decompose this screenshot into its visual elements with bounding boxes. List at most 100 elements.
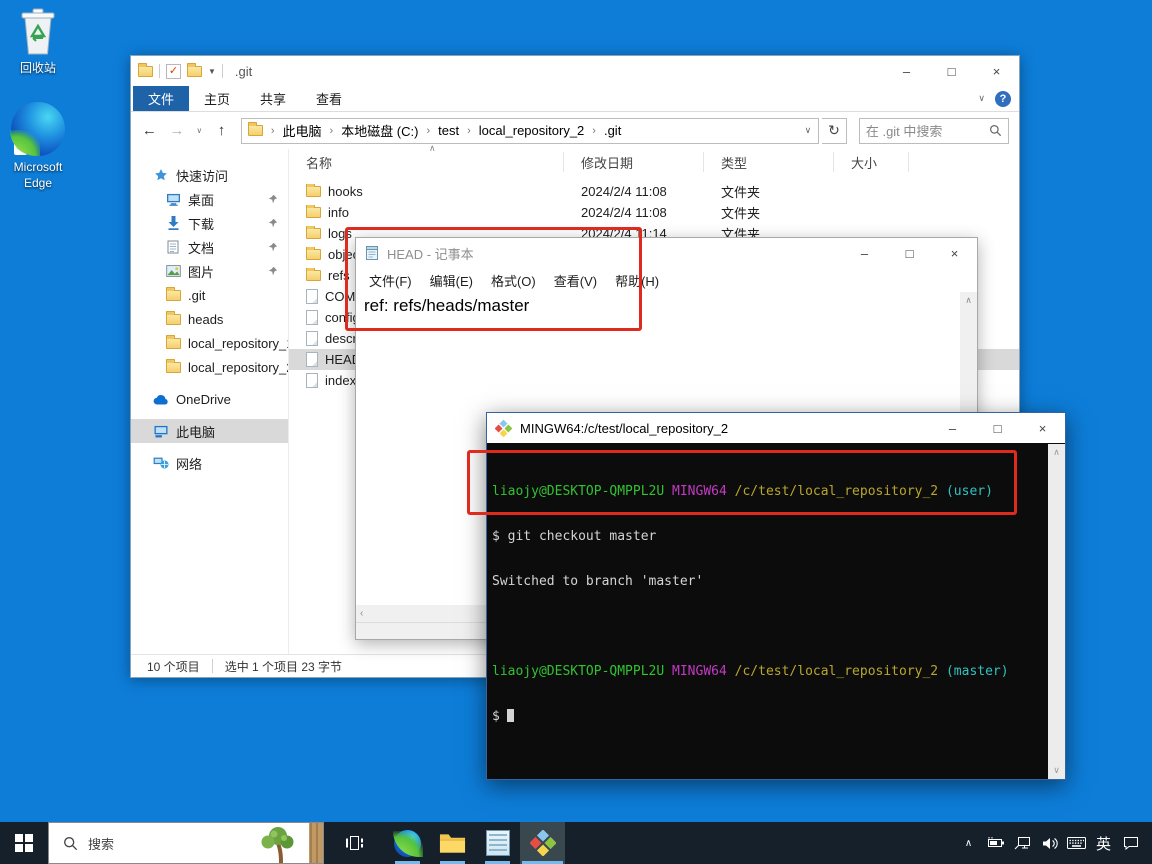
sidebar-item-local-repository-1[interactable]: local_repository_1 xyxy=(131,331,288,355)
scroll-up-icon[interactable]: ∧ xyxy=(965,295,972,305)
scroll-left-icon[interactable]: ‹ xyxy=(360,608,363,619)
prompt-line: liaojy@DESKTOP-QMPPL2U MINGW64 /c/test/l… xyxy=(492,664,1009,679)
breadcrumb-this-pc[interactable]: 此电脑 xyxy=(283,121,322,140)
tab-file[interactable]: 文件 xyxy=(133,86,190,111)
network-icon[interactable] xyxy=(1009,822,1036,864)
ime-language-indicator[interactable]: 英 xyxy=(1090,822,1117,864)
help-icon[interactable]: ? xyxy=(995,90,1011,107)
minimize-button[interactable]: – xyxy=(930,413,975,443)
minimize-button[interactable]: – xyxy=(842,238,887,268)
file-row-hooks[interactable]: hooks 2024/2/4 11:08 文件夹 xyxy=(289,181,1019,202)
sidebar-item-documents[interactable]: 文档 xyxy=(131,235,288,259)
taskbar-edge-button[interactable] xyxy=(385,822,430,864)
breadcrumb-local-disk-c[interactable]: 本地磁盘 (C:) xyxy=(341,121,418,140)
explorer-titlebar: ✓ ▼ .git – □ × xyxy=(131,56,1019,86)
menu-format[interactable]: 格式(O) xyxy=(482,271,545,290)
file-icon xyxy=(306,289,318,304)
sidebar-item-local-repository-2[interactable]: local_repository_2 xyxy=(131,355,288,379)
start-button[interactable] xyxy=(0,822,48,864)
address-bar[interactable]: › 此电脑 › 本地磁盘 (C:) › test › local_reposit… xyxy=(240,117,820,144)
terminal-output[interactable]: liaojy@DESKTOP-QMPPL2U MINGW64 /c/test/l… xyxy=(487,444,1048,779)
task-view-icon xyxy=(346,836,363,850)
menu-help[interactable]: 帮助(H) xyxy=(606,271,668,290)
close-button[interactable]: × xyxy=(1020,413,1065,443)
file-icon xyxy=(306,373,318,388)
address-dropdown-chevron-icon[interactable]: ∨ xyxy=(798,125,819,136)
breadcrumb-test[interactable]: test xyxy=(438,123,459,138)
windows-desktop: { "colors": { "desktop_background": "#0d… xyxy=(0,0,1152,864)
close-button[interactable]: × xyxy=(974,56,1019,86)
search-icon xyxy=(990,125,1002,137)
hidden-icons-chevron-icon[interactable]: ∧ xyxy=(955,822,982,864)
refresh-icon[interactable]: ↻ xyxy=(822,117,847,144)
network-icon xyxy=(153,455,169,471)
tab-home[interactable]: 主页 xyxy=(189,86,245,111)
sidebar-item-pictures[interactable]: 图片 xyxy=(131,259,288,283)
sidebar-item-heads[interactable]: heads xyxy=(131,307,288,331)
sidebar-item-onedrive[interactable]: OneDrive xyxy=(131,387,288,411)
search-placeholder: 搜索 xyxy=(88,836,115,852)
recent-locations-chevron-icon[interactable]: ∨ xyxy=(192,126,206,135)
battery-icon[interactable] xyxy=(982,822,1009,864)
quick-access-properties-icon[interactable]: ✓ xyxy=(166,63,181,79)
taskbar-search-box[interactable]: 搜索 xyxy=(48,822,324,864)
pin-icon xyxy=(268,218,278,228)
sidebar-item-downloads[interactable]: 下载 xyxy=(131,211,288,235)
maximize-button[interactable]: □ xyxy=(975,413,1020,443)
column-date-modified[interactable]: 修改日期 xyxy=(564,152,704,172)
windows-logo-icon xyxy=(15,834,33,852)
forward-icon[interactable]: → xyxy=(165,122,190,139)
folder-icon xyxy=(165,310,181,327)
up-icon[interactable]: ↑ xyxy=(209,122,234,139)
touch-keyboard-icon[interactable] xyxy=(1063,822,1090,864)
breadcrumb-local-repository-2[interactable]: local_repository_2 xyxy=(479,123,585,138)
git-icon xyxy=(529,830,556,856)
column-size[interactable]: 大小 xyxy=(834,152,909,172)
quick-access-newfolder-icon[interactable] xyxy=(187,62,202,77)
column-name[interactable]: 名称 ∧ xyxy=(289,143,564,172)
menu-file[interactable]: 文件(F) xyxy=(360,271,421,290)
volume-icon[interactable] xyxy=(1036,822,1063,864)
address-toolbar: ← → ∨ ↑ › 此电脑 › 本地磁盘 (C:) › test › local… xyxy=(131,112,1019,149)
recycle-bin-shortcut[interactable]: 回收站 xyxy=(6,6,70,76)
search-input[interactable]: 在 .git 中搜索 xyxy=(858,117,1010,144)
maximize-button[interactable]: □ xyxy=(929,56,974,86)
file-row-info[interactable]: info 2024/2/4 11:08 文件夹 xyxy=(289,202,1019,223)
task-view-button[interactable] xyxy=(332,822,377,864)
pin-icon xyxy=(268,266,278,276)
sidebar-item-this-pc[interactable]: 此电脑 xyxy=(131,419,288,443)
edge-shortcut[interactable]: ↖ Microsoft Edge xyxy=(6,102,70,191)
close-button[interactable]: × xyxy=(932,238,977,268)
sidebar-item-quick-access[interactable]: 快速访问 xyxy=(131,163,288,187)
terminal-window-title: MINGW64:/c/test/local_repository_2 xyxy=(520,420,729,436)
notepad-icon xyxy=(366,246,378,260)
menu-edit[interactable]: 编辑(E) xyxy=(421,271,482,290)
menu-view[interactable]: 查看(V) xyxy=(545,271,606,290)
system-tray: ∧ 英 xyxy=(955,822,1152,864)
taskbar-notepad-button[interactable] xyxy=(475,822,520,864)
column-type[interactable]: 类型 xyxy=(704,152,834,172)
taskbar-explorer-button[interactable] xyxy=(430,822,475,864)
explorer-window-title: .git xyxy=(234,63,253,79)
scroll-up-icon[interactable]: ∧ xyxy=(1053,447,1060,458)
back-icon[interactable]: ← xyxy=(137,122,162,139)
sidebar-item-git-folder[interactable]: .git xyxy=(131,283,288,307)
sidebar-item-network[interactable]: 网络 xyxy=(131,451,288,475)
tab-view[interactable]: 查看 xyxy=(301,86,357,111)
sidebar-item-desktop[interactable]: 桌面 xyxy=(131,187,288,211)
vertical-scrollbar[interactable]: ∧ ∨ xyxy=(1048,444,1065,779)
quick-access-star-icon xyxy=(153,167,169,183)
search-highlight-tree-image xyxy=(261,823,323,863)
tab-share[interactable]: 共享 xyxy=(245,86,301,111)
minimize-button[interactable]: – xyxy=(884,56,929,86)
breadcrumb-git[interactable]: .git xyxy=(604,123,621,138)
taskbar-git-bash-button[interactable] xyxy=(520,822,565,864)
customize-toolbar-chevron-icon[interactable]: ▼ xyxy=(208,67,216,76)
action-center-icon[interactable] xyxy=(1117,822,1144,864)
file-icon xyxy=(306,331,318,346)
text-cursor xyxy=(506,709,514,722)
scroll-down-icon[interactable]: ∨ xyxy=(1053,765,1060,776)
expand-ribbon-chevron-icon[interactable]: ∨ xyxy=(978,93,985,104)
maximize-button[interactable]: □ xyxy=(887,238,932,268)
